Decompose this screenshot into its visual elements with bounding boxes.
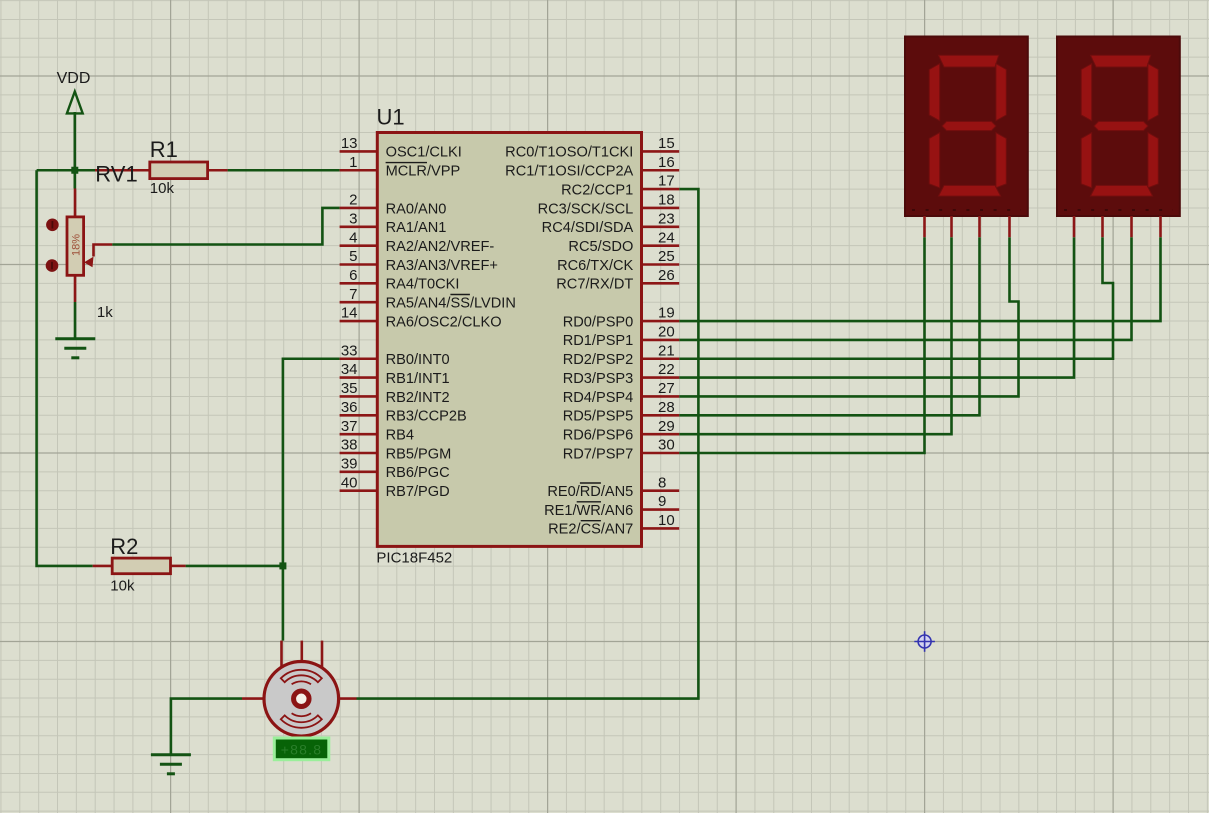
svg-text:RA2/AN2/VREF-: RA2/AN2/VREF-	[386, 239, 495, 255]
svg-text:30: 30	[658, 437, 675, 454]
svg-text:28: 28	[658, 399, 675, 416]
svg-text:21: 21	[658, 342, 675, 359]
svg-text:RD7/PSP7: RD7/PSP7	[563, 446, 634, 462]
svg-text:6: 6	[349, 267, 357, 284]
svg-text:38: 38	[341, 437, 358, 454]
svg-text:RA0/AN0: RA0/AN0	[386, 201, 447, 217]
svg-text:1: 1	[349, 154, 357, 171]
svg-text:22: 22	[658, 361, 675, 378]
svg-text:RD0/PSP0: RD0/PSP0	[563, 314, 634, 330]
svg-text:RA5/AN4/SS/LVDIN: RA5/AN4/SS/LVDIN	[386, 296, 516, 312]
svg-text:14: 14	[341, 305, 358, 322]
svg-text:RC2/CCP1: RC2/CCP1	[561, 182, 633, 198]
svg-text:25: 25	[658, 248, 675, 265]
svg-text:29: 29	[658, 418, 675, 435]
svg-text:26: 26	[658, 267, 675, 284]
svg-text:20: 20	[658, 324, 675, 341]
svg-text:RB4: RB4	[386, 427, 414, 443]
svg-text:17: 17	[658, 173, 675, 190]
svg-text:RA4/T0CKI: RA4/T0CKI	[386, 277, 460, 293]
svg-text:RD5/PSP5: RD5/PSP5	[563, 409, 634, 425]
svg-text:RC7/RX/DT: RC7/RX/DT	[556, 277, 633, 293]
svg-text:16: 16	[658, 154, 675, 171]
svg-text:U1: U1	[377, 105, 405, 130]
svg-text:RB6/PGC: RB6/PGC	[386, 465, 450, 481]
svg-text:34: 34	[341, 361, 358, 378]
svg-text:10: 10	[658, 512, 675, 529]
svg-text:5: 5	[349, 248, 357, 265]
svg-text:OSC1/CLKI: OSC1/CLKI	[386, 145, 462, 161]
svg-text:1k: 1k	[97, 304, 113, 321]
svg-text:24: 24	[658, 229, 675, 246]
svg-text:27: 27	[658, 380, 675, 397]
svg-text:35: 35	[341, 380, 358, 397]
svg-text:RC6/TX/CK: RC6/TX/CK	[557, 258, 633, 274]
svg-text:PIC18F452: PIC18F452	[376, 550, 452, 567]
svg-text:RC1/T1OSI/CCP2A: RC1/T1OSI/CCP2A	[505, 164, 633, 180]
svg-text:RC3/SCK/SCL: RC3/SCK/SCL	[538, 201, 634, 217]
svg-text:RB5/PGM: RB5/PGM	[386, 446, 452, 462]
svg-text:10k: 10k	[150, 180, 175, 197]
svg-text:RA1/AN1: RA1/AN1	[386, 220, 447, 236]
svg-text:R1: R1	[150, 137, 178, 162]
svg-text:RC4/SDI/SDA: RC4/SDI/SDA	[542, 220, 634, 236]
svg-text:RB7/PGD: RB7/PGD	[386, 484, 450, 500]
svg-text:R2: R2	[110, 534, 138, 559]
svg-text:9: 9	[658, 493, 666, 510]
svg-text:RD4/PSP4: RD4/PSP4	[563, 390, 634, 406]
svg-text:RB0/INT0: RB0/INT0	[386, 352, 450, 368]
svg-text:2: 2	[349, 192, 357, 209]
svg-text:RC0/T1OSO/T1CKI: RC0/T1OSO/T1CKI	[505, 145, 633, 161]
svg-text:18: 18	[658, 192, 675, 209]
svg-text:VDD: VDD	[57, 70, 91, 87]
svg-text:RE0/RD/AN5: RE0/RD/AN5	[547, 484, 633, 500]
svg-text:4: 4	[349, 229, 357, 246]
svg-text:RB1/INT1: RB1/INT1	[386, 371, 450, 387]
svg-text:39: 39	[341, 455, 358, 472]
svg-text:10k: 10k	[110, 578, 135, 595]
svg-text:8: 8	[658, 474, 666, 491]
svg-text:+88.8: +88.8	[281, 742, 322, 758]
svg-text:13: 13	[341, 135, 358, 152]
svg-text:RD1/PSP1: RD1/PSP1	[563, 333, 634, 349]
svg-text:3: 3	[349, 210, 357, 227]
svg-text:RD2/PSP2: RD2/PSP2	[563, 352, 634, 368]
svg-text:RA3/AN3/VREF+: RA3/AN3/VREF+	[386, 258, 498, 274]
svg-text:RA6/OSC2/CLKO: RA6/OSC2/CLKO	[386, 314, 502, 330]
svg-text:19: 19	[658, 305, 675, 322]
svg-text:RC5/SDO: RC5/SDO	[568, 239, 633, 255]
svg-text:RB2/INT2: RB2/INT2	[386, 390, 450, 406]
svg-text:RV1: RV1	[95, 162, 137, 187]
svg-text:MCLR/VPP: MCLR/VPP	[386, 164, 461, 180]
svg-text:RE1/WR/AN6: RE1/WR/AN6	[544, 503, 633, 519]
svg-text:40: 40	[341, 474, 358, 491]
svg-text:RD3/PSP3: RD3/PSP3	[563, 371, 634, 387]
svg-text:37: 37	[341, 418, 358, 435]
svg-text:33: 33	[341, 342, 358, 359]
svg-text:36: 36	[341, 399, 358, 416]
svg-text:15: 15	[658, 135, 675, 152]
svg-text:RE2/CS/AN7: RE2/CS/AN7	[548, 522, 633, 538]
svg-text:18%: 18%	[70, 234, 82, 256]
svg-text:23: 23	[658, 210, 675, 227]
svg-text:RB3/CCP2B: RB3/CCP2B	[386, 409, 467, 425]
svg-text:RD6/PSP6: RD6/PSP6	[563, 427, 634, 443]
svg-text:7: 7	[349, 286, 357, 303]
